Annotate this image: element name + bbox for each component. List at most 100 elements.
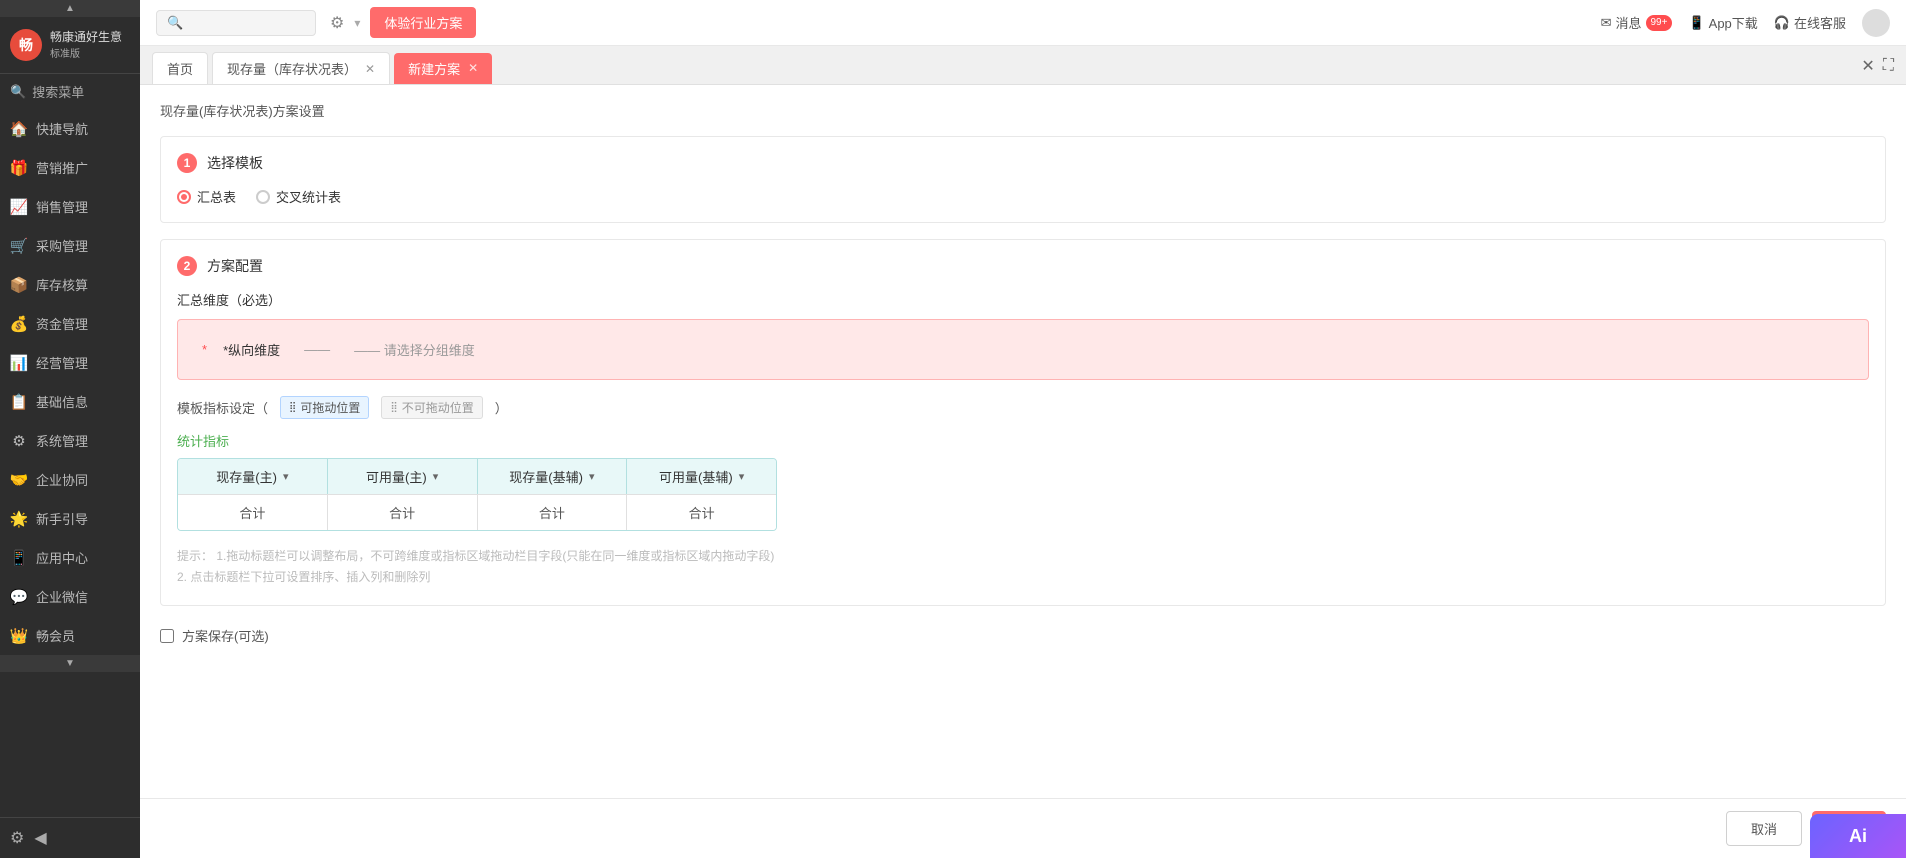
sidebar-item-sales[interactable]: 📈 销售管理 [0,187,140,226]
stats-header-col1[interactable]: 现存量(主) ▾ [178,459,328,494]
chart-icon: 📊 [10,354,28,372]
sidebar-item-quick-nav[interactable]: 🏠 快捷导航 [0,109,140,148]
section2-title: 方案配置 [207,256,263,276]
sidebar-item-marketing[interactable]: 🎁 营销推广 [0,148,140,187]
main-content: 🔍 ⚙ ▾ 体验行业方案 ✉ 消息 99+ 📱 App下载 🎧 在线客服 [140,0,1906,858]
dimension-dash: —— [304,342,330,357]
gift-icon: 🎁 [10,159,28,177]
money-icon: 💰 [10,315,28,333]
indicator-setting-row: 模板指标设定（ ⣿ 可拖动位置 ⣿ 不可拖动位置 ） [177,396,1869,419]
vertical-dimension-label: *纵向维度 [223,340,280,359]
col2-chevron: ▾ [433,470,439,483]
tips-section: 提示： 1.拖动标题栏可以调整布局，不可跨维度或指标区域拖动栏目字段(只能在同一… [177,547,1869,585]
radio-cross-table[interactable]: 交叉统计表 [256,187,341,206]
handshake-icon: 🤝 [10,471,28,489]
section1-title: 选择模板 [207,153,263,173]
tab-inventory[interactable]: 现存量（库存状况表） ✕ [212,52,390,84]
tip-1: 提示： 1.拖动标题栏可以调整布局，不可跨维度或指标区域拖动栏目字段(只能在同一… [177,547,1869,564]
col3-chevron: ▾ [589,470,595,483]
section1-header: 1 选择模板 [177,153,1869,173]
section2-header: 2 方案配置 [177,256,1869,276]
topbar-dropdown-icon[interactable]: ▾ [354,16,360,30]
stats-header-col2[interactable]: 可用量(主) ▾ [328,459,478,494]
section1-number: 1 [177,153,197,173]
col4-chevron: ▾ [739,470,745,483]
user-avatar[interactable] [1862,9,1890,37]
non-draggable-badge: ⣿ 不可拖动位置 [381,396,482,419]
crown-icon: 👑 [10,627,28,645]
col1-chevron: ▾ [283,470,289,483]
stats-table-body: 合计 合计 合计 合计 [178,494,776,530]
page-title: 现存量(库存状况表)方案设置 [160,101,1886,120]
message-icon: ✉ [1601,15,1612,31]
app-download-button[interactable]: 📱 App下载 [1688,13,1757,32]
stats-header-col4[interactable]: 可用量(基辅) ▾ [627,459,776,494]
settings-bottom-icon[interactable]: ⚙ [10,828,24,848]
cancel-button[interactable]: 取消 [1726,811,1802,846]
dimension-placeholder: —— 请选择分组维度 [354,340,475,359]
section-choose-template: 1 选择模板 汇总表 交叉统计表 [160,136,1886,223]
star-icon: 🌟 [10,510,28,528]
collapse-icon[interactable]: ◀ [34,828,46,848]
stats-table-header: 现存量(主) ▾ 可用量(主) ▾ 现存量(基辅) ▾ 可用量(基辅) ▾ [178,459,776,494]
sidebar-item-purchase[interactable]: 🛒 采购管理 [0,226,140,265]
tab-new-plan-close[interactable]: ✕ [468,61,478,75]
sidebar-bottom: ⚙ ◀ [0,817,140,858]
indicator-setting-label: 模板指标设定（ [177,398,268,417]
trial-button[interactable]: 体验行业方案 [370,7,476,38]
sidebar-scroll-up[interactable]: ▲ [0,0,140,17]
sidebar-scroll-down[interactable]: ▼ [0,655,140,672]
stats-body-col2: 合计 [328,494,478,530]
home-icon: 🏠 [10,120,28,138]
search-icon: 🔍 [10,84,26,100]
sidebar-item-operations[interactable]: 📊 经营管理 [0,343,140,382]
stats-section-title: 统计指标 [177,431,1869,450]
sales-icon: 📈 [10,198,28,216]
gear-sidebar-icon: ⚙ [10,432,28,450]
sidebar-item-inventory[interactable]: 📦 库存核算 [0,265,140,304]
stats-header-col3[interactable]: 现存量(基辅) ▾ [478,459,628,494]
tip-2: 2. 点击标题栏下拉可设置排序、插入列和删除列 [177,568,1869,585]
app-logo-icon: 畅 [10,29,42,61]
save-checkbox[interactable] [160,629,174,643]
sidebar-item-wechat[interactable]: 💬 企业微信 [0,577,140,616]
sidebar-item-member[interactable]: 👑 畅会员 [0,616,140,655]
indicator-setting-suffix: ） [495,398,508,417]
sidebar-item-finance[interactable]: 💰 资金管理 [0,304,140,343]
topbar-search-box[interactable]: 🔍 [156,10,316,36]
sidebar-search-menu[interactable]: 🔍 搜索菜单 [0,74,140,109]
panel-expand-button[interactable]: ⛶ [1883,57,1894,75]
ai-float-button[interactable]: Ai [1810,814,1906,858]
sidebar-item-corp-collab[interactable]: 🤝 企业协同 [0,460,140,499]
save-label: 方案保存(可选) [182,626,269,645]
drag-indicator: ⣿ [289,402,296,413]
sidebar-item-app-center[interactable]: 📱 应用中心 [0,538,140,577]
messages-badge: 99+ [1646,15,1673,31]
clipboard-icon: 📋 [10,393,28,411]
panel-close-button[interactable]: ✕ [1861,56,1874,76]
online-service-button[interactable]: 🎧 在线客服 [1774,13,1846,32]
stats-body-col4: 合计 [627,494,776,530]
topbar-search-input[interactable] [189,16,289,30]
save-row: 方案保存(可选) [160,626,1886,645]
draggable-badge: ⣿ 可拖动位置 [280,396,369,419]
tab-inventory-close[interactable]: ✕ [365,62,375,76]
radio-summary-table[interactable]: 汇总表 [177,187,236,206]
stats-table: 现存量(主) ▾ 可用量(主) ▾ 现存量(基辅) ▾ 可用量(基辅) ▾ [177,458,777,531]
download-icon: 📱 [1688,15,1704,31]
sidebar-item-new-guide[interactable]: 🌟 新手引导 [0,499,140,538]
app-icon: 📱 [10,549,28,567]
topbar-right: ✉ 消息 99+ 📱 App下载 🎧 在线客服 [1601,9,1890,37]
sidebar-item-system[interactable]: ⚙ 系统管理 [0,421,140,460]
template-radio-group: 汇总表 交叉统计表 [177,187,1869,206]
stats-body-col3: 合计 [478,494,628,530]
sidebar-item-base-info[interactable]: 📋 基础信息 [0,382,140,421]
vertical-dimension-selector[interactable]: * *纵向维度 —— —— 请选择分组维度 [177,319,1869,380]
messages-button[interactable]: ✉ 消息 99+ [1601,13,1673,32]
tab-home[interactable]: 首页 [152,52,208,84]
cart-icon: 🛒 [10,237,28,255]
topbar-gear-icon[interactable]: ⚙ [330,13,344,33]
tab-new-plan[interactable]: 新建方案 ✕ [394,53,492,84]
app-name: 畅康通好生意 [50,30,122,46]
tabbar: 首页 现存量（库存状况表） ✕ 新建方案 ✕ ✕ ⛶ [140,46,1906,85]
